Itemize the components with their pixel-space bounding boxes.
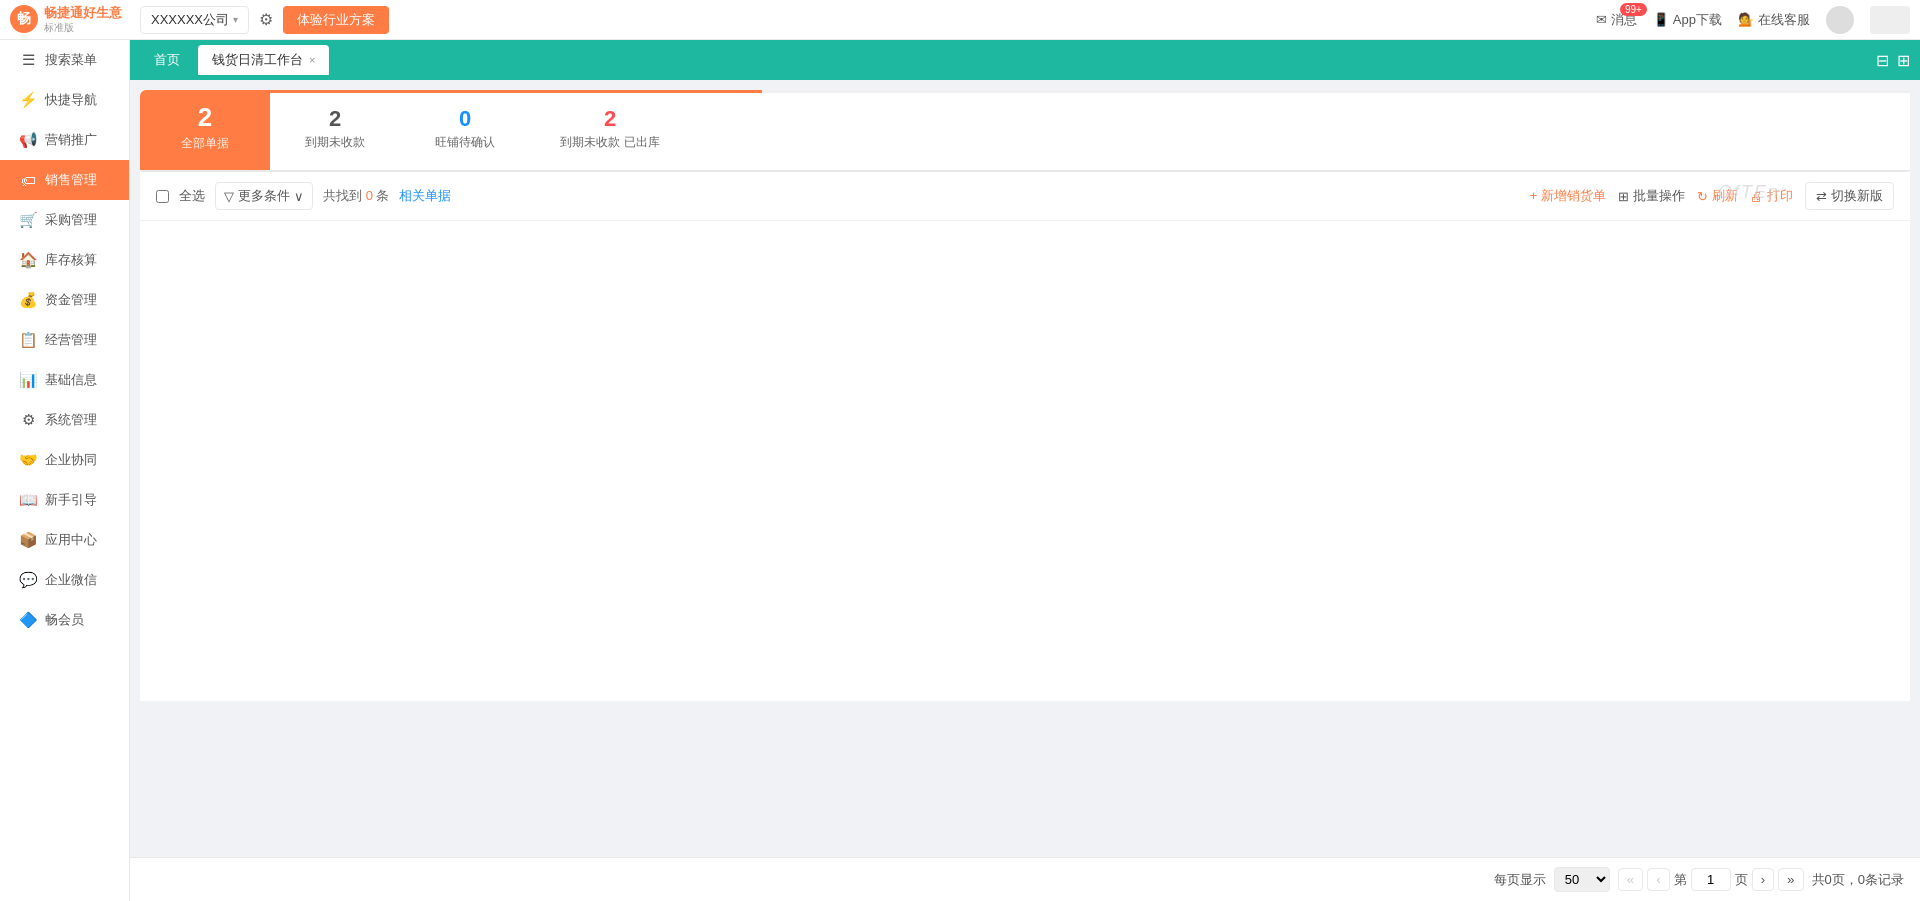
finance-icon: 💰	[19, 291, 37, 309]
sidebar-item-inventory[interactable]: 🏠 库存核算	[0, 240, 129, 280]
settings-icon[interactable]: ⚙	[259, 10, 273, 29]
refresh-icon: ↻	[1697, 189, 1708, 204]
company-selector[interactable]: XXXXXX公司 ▾	[140, 6, 249, 34]
filter-arrow-icon: ∨	[294, 189, 304, 204]
last-page-button[interactable]: »	[1778, 868, 1803, 891]
page-navigation: « ‹ 第 页 › »	[1618, 868, 1804, 891]
operations-icon: 📋	[19, 331, 37, 349]
tab-home[interactable]: 首页	[140, 43, 194, 77]
sidebar-item-marketing[interactable]: 📢 营销推广	[0, 120, 129, 160]
inventory-icon: 🏠	[19, 251, 37, 269]
trial-button[interactable]: 体验行业方案	[283, 6, 389, 34]
guide-icon: 📖	[19, 491, 37, 509]
sidebar-item-purchase[interactable]: 🛒 采购管理	[0, 200, 129, 240]
marketing-icon: 📢	[19, 131, 37, 149]
sidebar-item-cooperation[interactable]: 🤝 企业协同	[0, 440, 129, 480]
tab-close-icon[interactable]: ×	[309, 54, 315, 66]
first-page-button[interactable]: «	[1618, 868, 1643, 891]
top-header: 畅 畅捷通好生意 标准版 XXXXXX公司 ▾ ⚙ 体验行业方案 ✉ 消息 99…	[0, 0, 1920, 40]
page-size-select[interactable]: 50 100 200	[1554, 867, 1610, 892]
basic-info-icon: 📊	[19, 371, 37, 389]
sidebar-item-operations[interactable]: 📋 经营管理	[0, 320, 129, 360]
tab-expand-icon[interactable]: ⊞	[1897, 51, 1910, 70]
stat-card-overdue[interactable]: 2 到期未收款	[270, 90, 400, 170]
wechat-icon: 💬	[19, 571, 37, 589]
main-content: 2 全部单据 2 到期未收款 0 旺铺待确认 2 到期未收款 已出库	[130, 80, 1920, 901]
message-button[interactable]: ✉ 消息 99+	[1596, 11, 1637, 29]
toolbar: 全选 ▽ 更多条件 ∨ 共找到 0 条 相关单据 + 新增销货单 ⊞ 批量操作 …	[140, 172, 1910, 221]
page-input[interactable]	[1691, 868, 1731, 891]
stat-card-pending[interactable]: 0 旺铺待确认	[400, 90, 530, 170]
avatar[interactable]	[1826, 6, 1854, 34]
cooperation-icon: 🤝	[19, 451, 37, 469]
online-service-button[interactable]: 💁 在线客服	[1738, 11, 1810, 29]
pagination: 每页显示 50 100 200 « ‹ 第 页 › » 共0页，0条记录	[130, 857, 1920, 901]
switch-icon: ⇄	[1816, 189, 1827, 204]
sales-icon: 🏷	[19, 172, 37, 189]
total-records: 共0页，0条记录	[1812, 871, 1904, 889]
found-info: 共找到 0 条	[323, 187, 389, 205]
user-menu[interactable]	[1870, 6, 1910, 34]
filter-button[interactable]: ▽ 更多条件 ∨	[215, 182, 313, 210]
tab-bar-right: ⊟ ⊞	[1876, 51, 1910, 70]
sidebar-item-finance[interactable]: 💰 资金管理	[0, 280, 129, 320]
app-center-icon: 📦	[19, 531, 37, 549]
sidebar-item-quick-nav[interactable]: ⚡ 快捷导航	[0, 80, 129, 120]
sidebar-item-system[interactable]: ⚙ 系统管理	[0, 400, 129, 440]
sidebar-item-wechat[interactable]: 💬 企业微信	[0, 560, 129, 600]
sidebar-item-member[interactable]: 🔷 畅会员	[0, 600, 129, 640]
batch-operation-button[interactable]: ⊞ 批量操作	[1618, 187, 1685, 205]
tab-bar: 首页 钱货日清工作台 × ⊟ ⊞	[130, 40, 1920, 80]
logo-icon: 畅	[10, 5, 38, 33]
select-all-label: 全选	[179, 187, 205, 205]
stats-section: 2 全部单据 2 到期未收款 0 旺铺待确认 2 到期未收款 已出库	[140, 90, 1910, 172]
service-icon: 💁	[1738, 12, 1754, 27]
stat-card-shipped[interactable]: 2 到期未收款 已出库	[530, 90, 690, 170]
sidebar-item-search-menu[interactable]: ☰ 搜索菜单	[0, 40, 129, 80]
print-icon: 🖨	[1750, 189, 1763, 204]
batch-icon: ⊞	[1618, 189, 1629, 204]
header-right: ✉ 消息 99+ 📱 App下载 💁 在线客服	[1596, 6, 1910, 34]
system-icon: ⚙	[19, 411, 37, 429]
search-menu-icon: ☰	[19, 51, 37, 69]
sidebar: ☰ 搜索菜单 ⚡ 快捷导航 📢 营销推广 🏷 销售管理 🛒 采购管理 🏠 库存核…	[0, 40, 130, 901]
toolbar-right: + 新增销货单 ⊞ 批量操作 ↻ 刷新 🖨 打印 ⇄ 切换新版	[1530, 182, 1894, 210]
next-page-button[interactable]: ›	[1752, 868, 1774, 891]
sidebar-item-app-center[interactable]: 📦 应用中心	[0, 520, 129, 560]
logo-area: 畅 畅捷通好生意 标准版	[10, 5, 140, 35]
filter-icon: ▽	[224, 189, 234, 204]
tab-minimize-icon[interactable]: ⊟	[1876, 51, 1889, 70]
logo-text: 畅捷通好生意 标准版	[44, 5, 122, 35]
refresh-button[interactable]: ↻ 刷新	[1697, 187, 1738, 205]
prev-page-button[interactable]: ‹	[1647, 868, 1669, 891]
chevron-down-icon: ▾	[233, 14, 238, 25]
app-download-button[interactable]: 📱 App下载	[1653, 11, 1722, 29]
sidebar-item-basic-info[interactable]: 📊 基础信息	[0, 360, 129, 400]
download-icon: 📱	[1653, 12, 1669, 27]
table-area	[140, 221, 1910, 701]
stats-row: 2 全部单据 2 到期未收款 0 旺铺待确认 2 到期未收款 已出库	[140, 90, 1910, 172]
add-sales-order-button[interactable]: + 新增销货单	[1530, 187, 1606, 205]
purchase-icon: 🛒	[19, 211, 37, 229]
print-button[interactable]: 🖨 打印	[1750, 187, 1793, 205]
member-icon: 🔷	[19, 611, 37, 629]
stat-card-all[interactable]: 2 全部单据	[140, 90, 270, 170]
sidebar-item-sales[interactable]: 🏷 销售管理	[0, 160, 129, 200]
message-badge: 99+	[1620, 3, 1647, 16]
switch-version-button[interactable]: ⇄ 切换新版	[1805, 182, 1894, 210]
select-all-checkbox[interactable]	[156, 190, 169, 203]
tab-active[interactable]: 钱货日清工作台 ×	[198, 45, 329, 75]
quick-nav-icon: ⚡	[19, 91, 37, 109]
related-orders-link[interactable]: 相关单据	[399, 187, 451, 205]
sidebar-item-guide[interactable]: 📖 新手引导	[0, 480, 129, 520]
message-icon: ✉	[1596, 12, 1607, 27]
